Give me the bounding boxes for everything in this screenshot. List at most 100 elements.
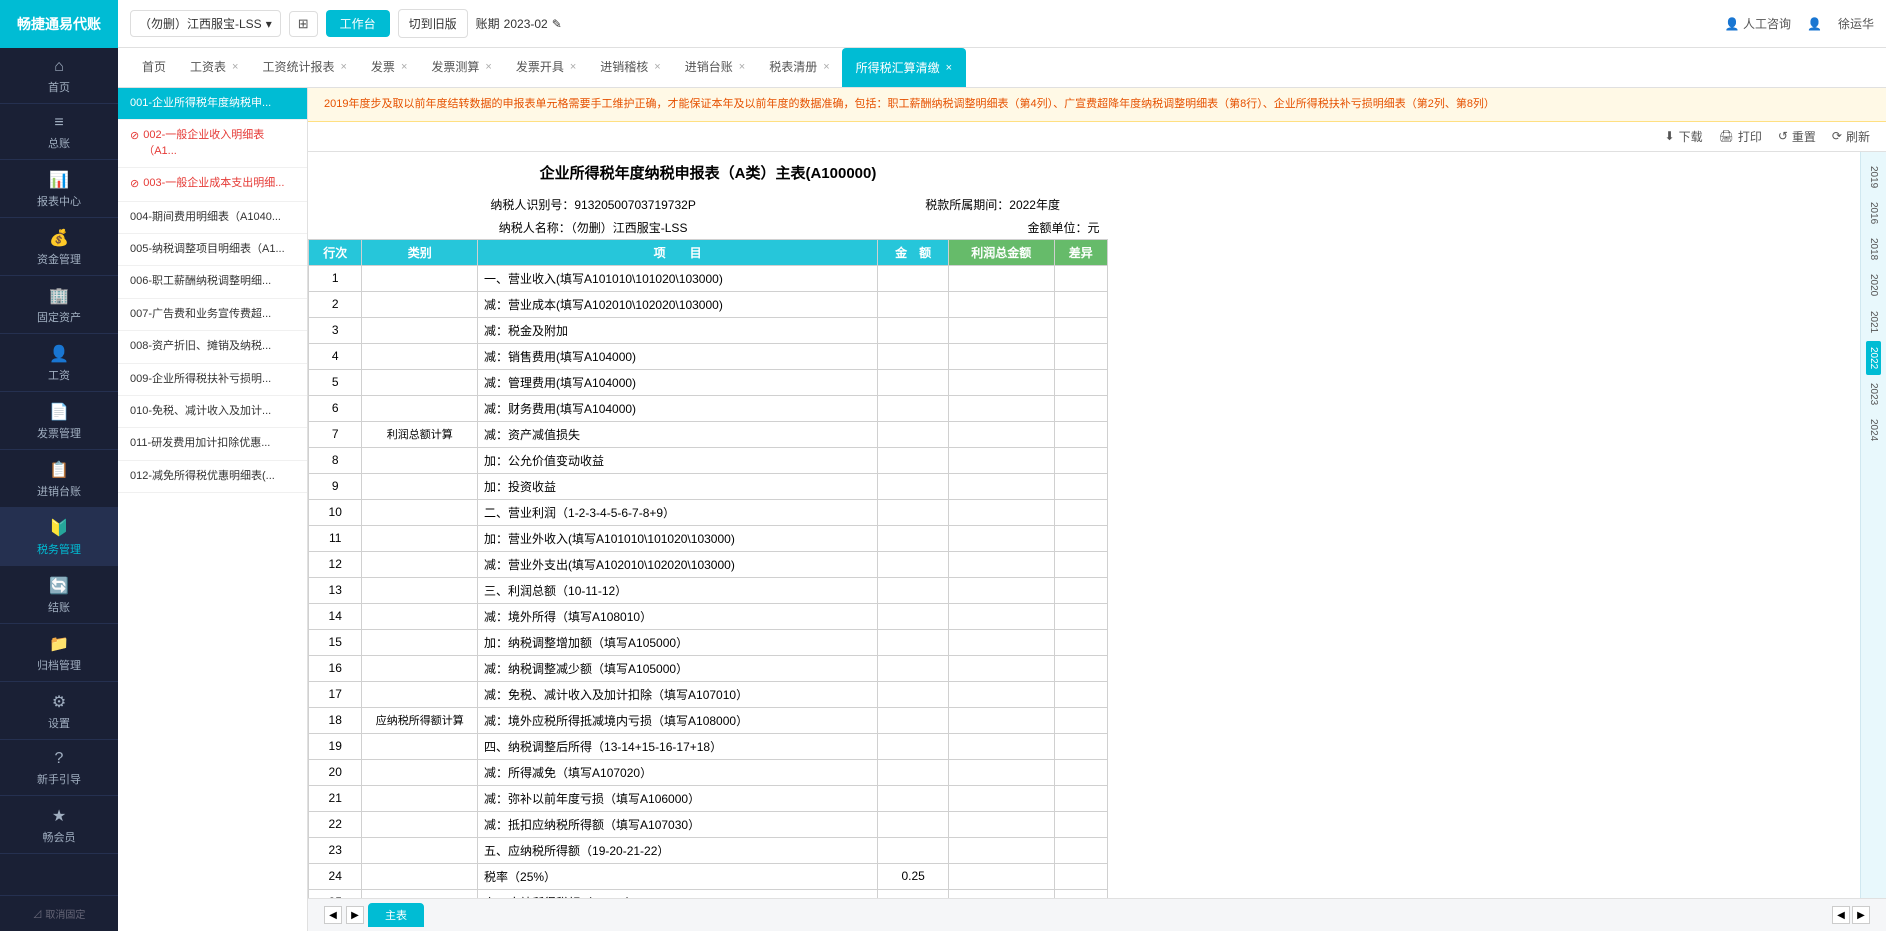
nav-tab-label: 发票测算: [431, 58, 479, 75]
nav-tab-所得税汇算清缴[interactable]: 所得税汇算清缴×: [842, 48, 966, 88]
sheet-scroll-left[interactable]: ◀: [324, 906, 342, 924]
sidebar-item-label: 新手引导: [37, 771, 81, 787]
sidebar-item-畅会员[interactable]: ★畅会员: [0, 796, 118, 854]
cell-category: [362, 473, 478, 499]
close-tab-icon[interactable]: ×: [823, 61, 829, 73]
left-panel-item-009[interactable]: 009-企业所得税扶补亏损明...: [118, 364, 307, 396]
edit-period-icon[interactable]: ✎: [552, 17, 562, 31]
close-tab-icon[interactable]: ×: [232, 61, 238, 73]
nav-tab-发票测算[interactable]: 发票测算 ×: [419, 48, 503, 88]
sidebar-item-工资[interactable]: 👤工资: [0, 334, 118, 392]
sidebar-item-资金管理[interactable]: 💰资金管理: [0, 218, 118, 276]
user-avatar: 👤: [1807, 17, 1822, 31]
table-row: 10二、营业利润（1-2-3-4-5-6-7-8+9）: [309, 499, 1108, 525]
sidebar-item-税务管理[interactable]: 🔰税务管理: [0, 508, 118, 566]
table-row: 5减：管理费用(填写A104000): [309, 369, 1108, 395]
sidebar-item-设置[interactable]: ⚙设置: [0, 682, 118, 740]
nav-tab-进销台账[interactable]: 进销台账×: [673, 48, 757, 88]
sidebar-icon: 📁: [49, 634, 69, 654]
cell-row-num: 10: [309, 499, 362, 525]
nav-tab-发票[interactable]: 发票×: [359, 48, 419, 88]
cell-category: 应纳税所得额计算: [362, 707, 478, 733]
left-panel-item-001[interactable]: 001-企业所得税年度纳税申...: [118, 88, 307, 120]
company-selector[interactable]: （勿删）江西服宝-LSS ▾: [130, 10, 281, 37]
left-panel-item-007[interactable]: 007-广告费和业务宣传费超...: [118, 299, 307, 331]
nav-tab-进销稽核[interactable]: 进销稽核×: [588, 48, 672, 88]
sidebar-icon: ?: [55, 750, 64, 768]
year-item-2021[interactable]: 2021: [1866, 305, 1881, 339]
year-item-2024[interactable]: 2024: [1866, 413, 1881, 447]
sidebar-item-label: 设置: [48, 715, 70, 731]
sidebar-item-报表中心[interactable]: 📊报表中心: [0, 160, 118, 218]
cell-item: 减：所得减免（填写A107020）: [478, 759, 878, 785]
cell-row-num: 3: [309, 317, 362, 343]
sheet-tab-主表[interactable]: 主表: [368, 903, 424, 927]
company-name-cell: 纳税人名称：（勿删）江西服宝-LSS: [309, 216, 878, 240]
year-item-2019[interactable]: 2019: [1866, 160, 1881, 194]
hor-scroll-right[interactable]: ▶: [1852, 906, 1870, 924]
left-panel-item-008[interactable]: 008-资产折旧、摊销及纳税...: [118, 331, 307, 363]
cell-diff: [1054, 863, 1108, 889]
left-panel-item-005[interactable]: 005-纳税调整项目明细表（A1...: [118, 234, 307, 266]
sidebar-item-总账[interactable]: ≡总账: [0, 104, 118, 160]
nav-tab-工资统计报表[interactable]: 工资统计报表×: [250, 48, 358, 88]
print-icon: 🖨: [1719, 129, 1734, 143]
nav-tab-工资表[interactable]: 工资表×: [178, 48, 250, 88]
hor-scroll-left[interactable]: ◀: [1832, 906, 1850, 924]
table-row: 14减：境外所得（填写A108010）: [309, 603, 1108, 629]
cell-profit: [949, 291, 1054, 317]
close-tab-icon[interactable]: ×: [401, 61, 407, 73]
cell-row-num: 23: [309, 837, 362, 863]
close-tab-icon[interactable]: ×: [946, 62, 952, 74]
service-btn[interactable]: 👤 人工咨询: [1725, 15, 1791, 32]
close-tab-icon[interactable]: ×: [570, 61, 576, 73]
nav-tab-发票开具[interactable]: 发票开具 ×: [504, 48, 588, 88]
cell-profit: [949, 421, 1054, 447]
cell-amount: [878, 837, 949, 863]
close-tab-icon[interactable]: ×: [739, 61, 745, 73]
table-row: 21减：弥补以前年度亏损（填写A106000）: [309, 785, 1108, 811]
year-item-2018[interactable]: 2018: [1866, 232, 1881, 266]
reset-button[interactable]: ↺ 重置: [1778, 128, 1816, 145]
sidebar-icon: 📄: [49, 402, 69, 422]
info-cell: 税款所属期间：2022年度: [878, 193, 1108, 216]
download-button[interactable]: ⬇ 下载: [1665, 128, 1703, 145]
cell-row-num: 25: [309, 889, 362, 898]
sidebar-item-新手引导[interactable]: ? 新手引导: [0, 740, 118, 796]
close-tab-icon[interactable]: ×: [340, 61, 346, 73]
sheet-scroll-right[interactable]: ▶: [346, 906, 364, 924]
cell-diff: [1054, 811, 1108, 837]
cell-diff: [1054, 395, 1108, 421]
left-panel-item-003[interactable]: ⊘003-一般企业成本支出明细...: [118, 168, 307, 201]
sidebar-item-label: 固定资产: [37, 309, 81, 325]
nav-tab-label: 发票开具: [516, 58, 564, 75]
sidebar-item-发票管理[interactable]: 📄发票管理: [0, 392, 118, 450]
year-item-2023[interactable]: 2023: [1866, 377, 1881, 411]
left-panel-item-004[interactable]: 004-期间费用明细表（A1040...: [118, 202, 307, 234]
close-tab-icon[interactable]: ×: [654, 61, 660, 73]
nav-tab-税表清册[interactable]: 税表清册×: [757, 48, 841, 88]
workbench-button[interactable]: 工作台: [326, 10, 390, 37]
left-panel-item-002[interactable]: ⊘002-一般企业收入明细表（A1...: [118, 120, 307, 168]
sidebar-item-结账[interactable]: 🔄结账: [0, 566, 118, 624]
year-item-2016[interactable]: 2016: [1866, 196, 1881, 230]
sidebar-item-归档管理[interactable]: 📁归档管理: [0, 624, 118, 682]
left-panel-item-006[interactable]: 006-职工薪酬纳税调整明细...: [118, 266, 307, 298]
sidebar-item-进销台账[interactable]: 📋进销台账: [0, 450, 118, 508]
cell-row-num: 4: [309, 343, 362, 369]
cell-profit: [949, 759, 1054, 785]
switch-old-button[interactable]: 切到旧版: [398, 9, 468, 38]
left-panel-item-011[interactable]: 011-研发费用加计扣除优惠...: [118, 428, 307, 460]
year-item-2020[interactable]: 2020: [1866, 268, 1881, 302]
sidebar-pin-toggle[interactable]: ⊿ 取消固定: [0, 895, 118, 931]
copy-icon-btn[interactable]: ⊞: [289, 11, 318, 37]
sidebar-item-首页[interactable]: ⌂首页: [0, 48, 118, 104]
sidebar-item-固定资产[interactable]: 🏢固定资产: [0, 276, 118, 334]
nav-tab-首页[interactable]: 首页: [130, 48, 178, 88]
left-panel-item-010[interactable]: 010-免税、减计收入及加计...: [118, 396, 307, 428]
year-item-2022[interactable]: 2022: [1866, 341, 1881, 375]
left-panel-item-012[interactable]: 012-减免所得税优惠明细表(...: [118, 461, 307, 493]
print-button[interactable]: 🖨 打印: [1719, 128, 1762, 145]
refresh-button[interactable]: ⟳ 刷新: [1832, 128, 1870, 145]
close-tab-icon[interactable]: ×: [485, 61, 491, 73]
